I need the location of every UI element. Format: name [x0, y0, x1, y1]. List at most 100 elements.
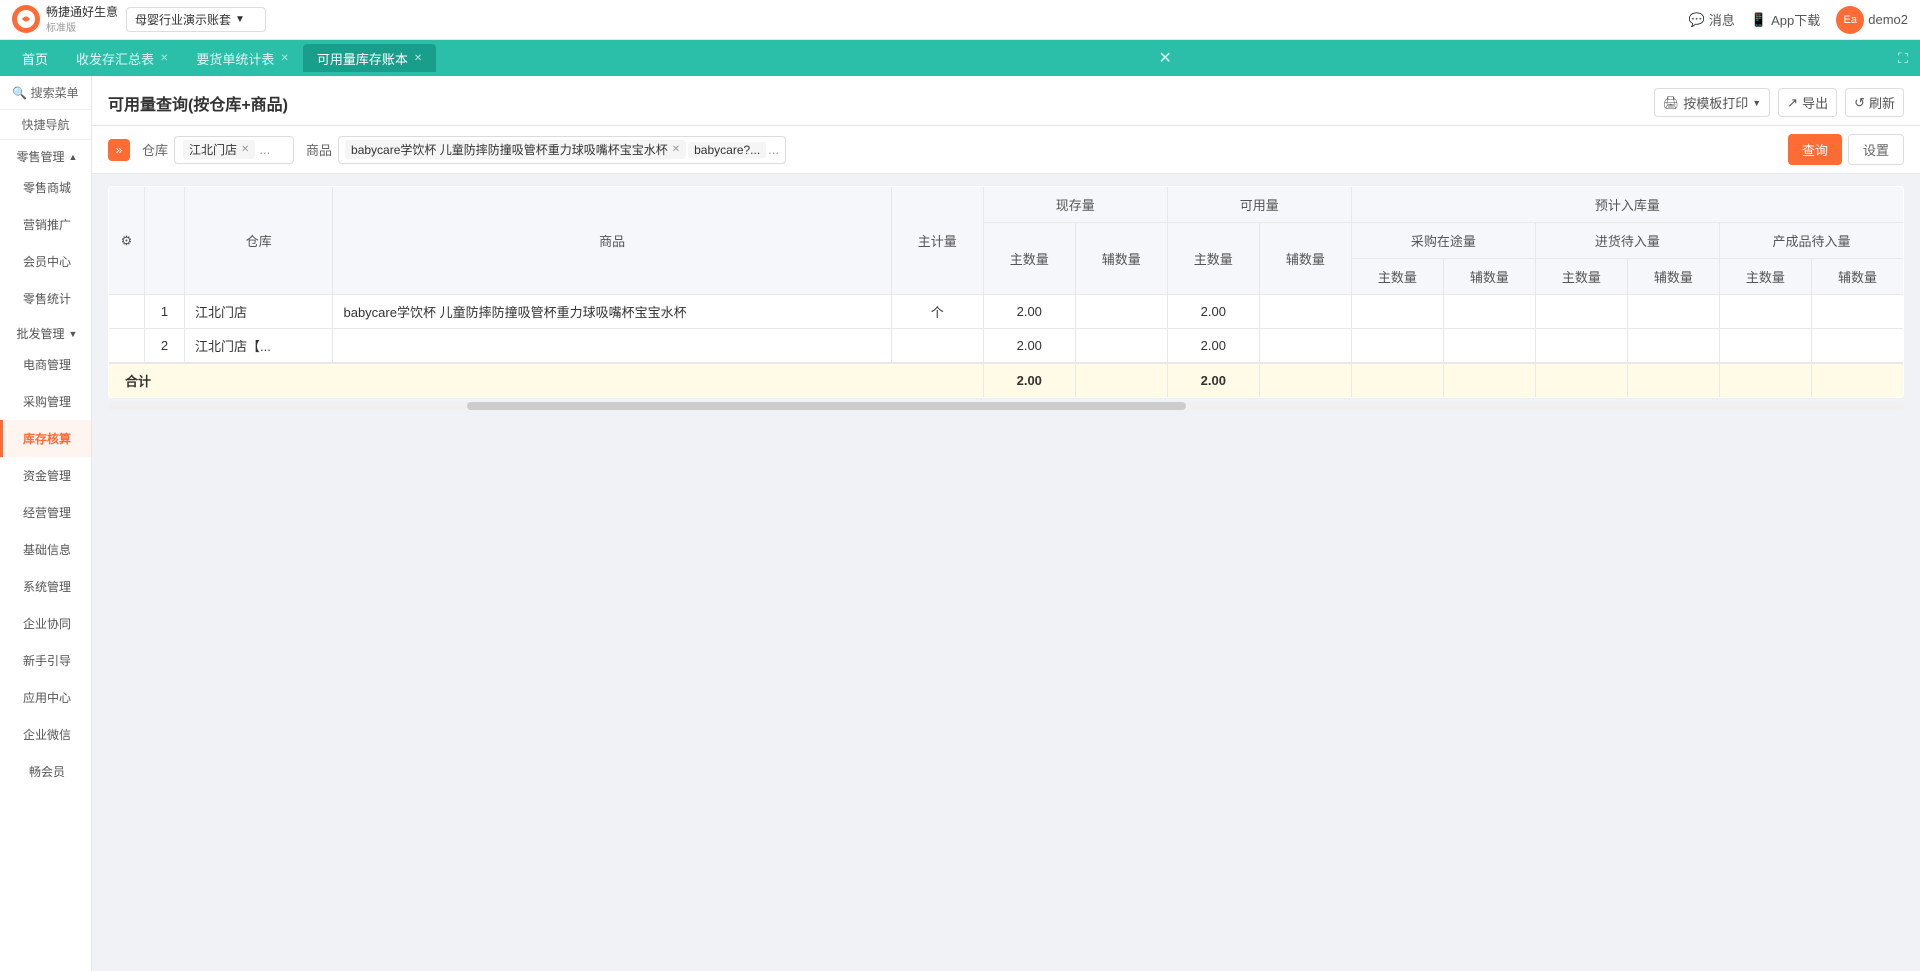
printer-icon: 🖨 — [1663, 95, 1680, 111]
message-btn[interactable]: 💬 消息 — [1689, 10, 1735, 29]
avatar: Ea — [1836, 6, 1864, 34]
sidebar-item-basic-info-label: 基础信息 — [23, 541, 71, 558]
sidebar-item-basic-info[interactable]: 基础信息 — [0, 531, 91, 568]
tab-home-label: 首页 — [22, 49, 48, 68]
tab-home[interactable]: 首页 — [8, 44, 62, 72]
logo-sub: 标准版 — [46, 19, 118, 34]
logo-icon — [12, 5, 40, 33]
goods-filter-input[interactable]: babycare学饮杯 儿童防摔防撞吸管杯重力球吸嘴杯宝宝水杯 ✕ babyca… — [338, 136, 786, 164]
row-current-main: 2.00 — [983, 329, 1075, 364]
warehouse-filter-label: 仓库 — [142, 140, 168, 159]
goods-filter-group: 商品 babycare学饮杯 儿童防摔防撞吸管杯重力球吸嘴杯宝宝水杯 ✕ bab… — [306, 136, 786, 164]
refresh-btn[interactable]: ↺ 刷新 — [1845, 88, 1904, 117]
warehouse-filter-input[interactable]: 江北门店 ✕ ... — [174, 136, 294, 164]
sidebar-item-new-guide[interactable]: 新手引导 — [0, 642, 91, 679]
tab-income-expense-label: 收发存汇总表 — [76, 49, 154, 68]
row-current-aux — [1075, 295, 1167, 329]
sidebar-item-retail-mall-label: 零售商城 — [23, 179, 71, 196]
sidebar-item-marketing[interactable]: 营销推广 — [0, 206, 91, 243]
tab-income-expense-close[interactable]: ✕ — [160, 53, 168, 64]
sidebar-item-purchase[interactable]: 采购管理 — [0, 383, 91, 420]
row-settings[interactable] — [109, 329, 145, 364]
th-settings[interactable]: ⚙ — [109, 187, 145, 295]
sidebar-item-inventory[interactable]: 库存核算 — [0, 420, 91, 457]
total-inbound-aux — [1627, 363, 1719, 398]
sidebar-item-ecommerce[interactable]: 电商管理 — [0, 346, 91, 383]
warehouse-filter-more[interactable]: ... — [259, 142, 270, 157]
sidebar-item-member-center[interactable]: 会员中心 — [0, 243, 91, 280]
top-bar-left: 畅捷通好生意 标准版 母婴行业演示账套 ▼ — [12, 5, 266, 34]
sidebar-search-label: 搜索菜单 — [31, 86, 79, 100]
th-purchase-main: 主数量 — [1351, 259, 1443, 295]
tab-order-stat[interactable]: 要货单统计表 ✕ — [182, 44, 302, 72]
sidebar: 🔍 搜索菜单 快捷导航 零售管理 零售商城 营销推广 会员中心 零售统计 批发管… — [0, 76, 92, 971]
header-actions: 🖨 按模板打印 ▼ ↗ 导出 ↺ 刷新 — [1654, 88, 1904, 117]
sidebar-item-enterprise-wechat-label: 企业微信 — [23, 726, 71, 743]
sidebar-item-enterprise[interactable]: 企业协同 — [0, 605, 91, 642]
tab-available-stock[interactable]: 可用量库存账本 ✕ — [303, 44, 436, 72]
row-inbound-main — [1535, 329, 1627, 364]
refresh-icon: ↺ — [1854, 95, 1865, 111]
row-settings[interactable] — [109, 295, 145, 329]
export-btn[interactable]: ↗ 导出 — [1778, 88, 1837, 117]
filter-expand-btn[interactable]: » — [108, 139, 130, 161]
user-area[interactable]: Ea demo2 — [1836, 6, 1908, 34]
row-index: 2 — [145, 329, 185, 364]
sidebar-item-retail-stats[interactable]: 零售统计 — [0, 280, 91, 317]
table-area: ⚙ 仓库 商品 主计量 现存量 可用量 预计入库量 主数量 辅数量 主数量 辅数… — [92, 174, 1920, 971]
tab-income-expense[interactable]: 收发存汇总表 ✕ — [62, 44, 182, 72]
row-goods — [333, 329, 891, 364]
row-purchase-aux — [1443, 329, 1535, 364]
sidebar-item-chang-member[interactable]: 畅会员 — [0, 753, 91, 790]
row-warehouse: 江北门店 — [185, 295, 333, 329]
sidebar-item-retail-mall[interactable]: 零售商城 — [0, 169, 91, 206]
row-production-aux — [1811, 295, 1903, 329]
expand-icon[interactable]: ⛶ — [1894, 50, 1912, 67]
row-inbound-aux — [1627, 329, 1719, 364]
settings-btn[interactable]: 设置 — [1848, 134, 1904, 165]
th-warehouse: 仓库 — [185, 187, 333, 295]
sidebar-item-app-center-label: 应用中心 — [23, 689, 71, 706]
th-planned-inbound: 预计入库量 — [1351, 187, 1903, 223]
warehouse-tag-close[interactable]: ✕ — [241, 144, 249, 155]
warehouse-tag-value: 江北门店 — [189, 141, 237, 158]
page-header: 可用量查询(按仓库+商品) 🖨 按模板打印 ▼ ↗ 导出 ↺ 刷新 — [92, 76, 1920, 126]
sidebar-search[interactable]: 🔍 搜索菜单 — [0, 76, 91, 110]
sidebar-item-operations[interactable]: 经营管理 — [0, 494, 91, 531]
tab-available-stock-close[interactable]: ✕ — [414, 53, 422, 64]
tab-order-stat-close[interactable]: ✕ — [280, 53, 288, 64]
horizontal-scrollbar[interactable] — [108, 402, 1904, 410]
row-current-aux — [1075, 329, 1167, 364]
sidebar-item-retail-mgmt[interactable]: 零售管理 — [0, 140, 91, 169]
sidebar-item-system[interactable]: 系统管理 — [0, 568, 91, 605]
goods-tag-1-value: babycare学饮杯 儿童防摔防撞吸管杯重力球吸嘴杯宝宝水杯 — [351, 141, 668, 158]
sidebar-item-wholesale-mgmt[interactable]: 批发管理 — [0, 317, 91, 346]
row-purchase-main — [1351, 329, 1443, 364]
logo-area: 畅捷通好生意 标准版 — [12, 5, 118, 34]
goods-filter-more[interactable]: ... — [768, 142, 779, 157]
total-available-aux — [1259, 363, 1351, 398]
content-area: 可用量查询(按仓库+商品) 🖨 按模板打印 ▼ ↗ 导出 ↺ 刷新 » — [92, 76, 1920, 971]
page-title: 可用量查询(按仓库+商品) — [108, 91, 288, 115]
row-unit — [891, 329, 983, 364]
sidebar-item-app-center[interactable]: 应用中心 — [0, 679, 91, 716]
th-main-unit: 主计量 — [891, 187, 983, 295]
export-icon: ↗ — [1787, 95, 1798, 111]
sidebar-quick-nav[interactable]: 快捷导航 — [0, 110, 91, 140]
total-production-aux — [1811, 363, 1903, 398]
th-index — [145, 187, 185, 295]
sidebar-item-enterprise-wechat[interactable]: 企业微信 — [0, 716, 91, 753]
search-icon: 🔍 — [12, 86, 27, 100]
close-all-tabs[interactable]: ✕ — [1151, 48, 1180, 68]
template-print-btn[interactable]: 🖨 按模板打印 ▼ — [1654, 88, 1770, 117]
app-download-btn[interactable]: 📱 App下载 — [1751, 10, 1820, 29]
export-label: 导出 — [1802, 93, 1828, 112]
row-inbound-aux — [1627, 295, 1719, 329]
goods-tag-1-close[interactable]: ✕ — [672, 144, 680, 155]
query-btn[interactable]: 查询 — [1788, 134, 1842, 165]
total-current-aux — [1075, 363, 1167, 398]
industry-selector[interactable]: 母婴行业演示账套 ▼ — [126, 7, 266, 32]
data-table: ⚙ 仓库 商品 主计量 现存量 可用量 预计入库量 主数量 辅数量 主数量 辅数… — [108, 186, 1904, 398]
sidebar-item-finance[interactable]: 资金管理 — [0, 457, 91, 494]
warehouse-filter-group: 仓库 江北门店 ✕ ... — [142, 136, 294, 164]
